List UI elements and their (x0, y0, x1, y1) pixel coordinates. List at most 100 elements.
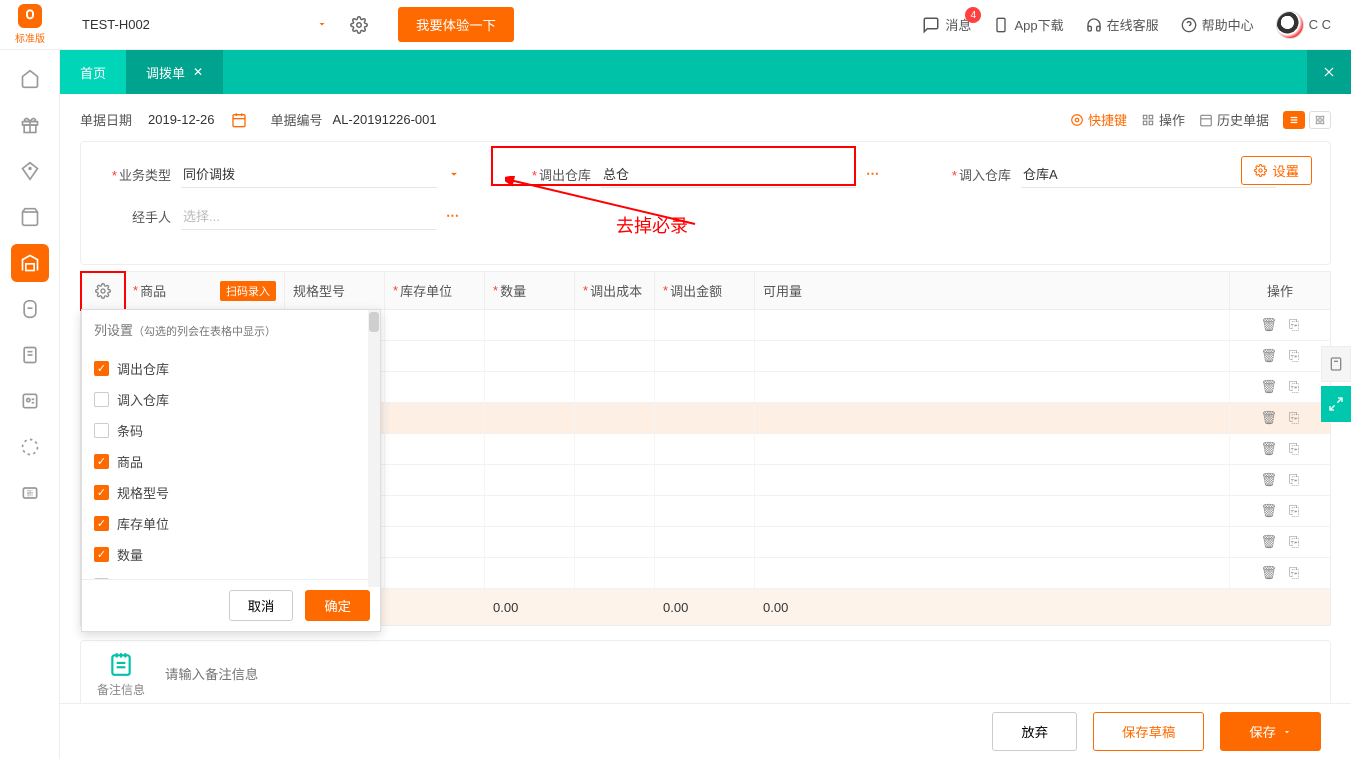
note-icon[interactable] (1321, 346, 1351, 382)
side-gift-icon[interactable] (11, 106, 49, 144)
delete-icon[interactable]: 🗑 (1261, 472, 1278, 488)
tab-close-all[interactable] (1307, 50, 1351, 94)
popover-list[interactable]: ✓调出仓库 调入仓库 条码 ✓商品 ✓规格型号 ✓库存单位 ✓数量 单位2 (82, 349, 380, 579)
in-wh-value: 仓库A (1021, 160, 1276, 188)
side-money-icon[interactable] (11, 290, 49, 328)
close-icon[interactable]: ✕ (193, 65, 203, 79)
side-tag-icon[interactable] (11, 152, 49, 190)
user-menu[interactable]: C C (1276, 11, 1331, 39)
field-out-warehouse[interactable]: *调出仓库 总仓 ⋯ (521, 160, 881, 188)
delete-icon[interactable]: 🗑 (1261, 348, 1278, 364)
copy-icon[interactable]: ⎘ (1289, 472, 1299, 488)
tab-current-label: 调拨单 (146, 63, 185, 82)
copy-icon[interactable]: ⎘ (1289, 534, 1299, 550)
chevron-down-icon (1282, 727, 1292, 737)
copy-icon[interactable]: ⎘ (1289, 503, 1299, 519)
popover-item[interactable]: 条码 (90, 415, 372, 446)
logo-label: 标准版 (15, 30, 45, 45)
popover-cancel-button[interactable]: 取消 (229, 590, 294, 621)
side-loading-icon[interactable] (11, 428, 49, 466)
popover-item[interactable]: ✓数量 (90, 539, 372, 570)
handler-placeholder: 选择... (181, 202, 436, 230)
top-right: 消息 4 App下载 在线客服 帮助中心 C C (922, 11, 1331, 39)
delete-icon[interactable]: 🗑 (1261, 441, 1278, 457)
doc-actions: 快捷键 操作 历史单据 (1070, 110, 1331, 129)
project-select[interactable]: TEST-H002 (80, 13, 330, 37)
view-grid-icon[interactable] (1309, 111, 1331, 129)
doc-header: 单据日期 2019-12-26 单据编号 AL-20191226-001 快捷键… (60, 104, 1351, 135)
delete-icon[interactable]: 🗑 (1261, 503, 1278, 519)
scan-badge[interactable]: 扫码录入 (220, 281, 276, 301)
messages-link[interactable]: 消息 4 (922, 15, 971, 34)
logo[interactable]: 标准版 (0, 4, 60, 45)
column-settings-button[interactable] (81, 272, 125, 309)
field-in-warehouse[interactable]: *调入仓库 仓库A ⋯ (941, 160, 1301, 188)
checkbox-icon[interactable] (94, 392, 109, 407)
checkbox-icon[interactable] (94, 423, 109, 438)
top-header: 标准版 TEST-H002 我要体验一下 消息 4 App下载 在线客服 帮助中… (0, 0, 1351, 50)
copy-icon[interactable]: ⎘ (1289, 317, 1299, 333)
service-link[interactable]: 在线客服 (1086, 15, 1159, 34)
delete-icon[interactable]: 🗑 (1261, 410, 1278, 426)
view-list-icon[interactable] (1283, 111, 1305, 129)
more-icon[interactable]: ⋯ (866, 166, 881, 182)
doc-date-value[interactable]: 2019-12-26 (142, 112, 221, 127)
save-button[interactable]: 保存 (1220, 712, 1321, 751)
app-download-link[interactable]: App下载 (993, 15, 1063, 34)
save-draft-button[interactable]: 保存草稿 (1093, 712, 1204, 751)
help-link[interactable]: 帮助中心 (1181, 15, 1254, 34)
popover-item[interactable]: ✓库存单位 (90, 508, 372, 539)
side-bag-icon[interactable] (11, 198, 49, 236)
checkbox-icon[interactable]: ✓ (94, 454, 109, 469)
table-header: *商品扫码录入 规格型号 *库存单位 *数量 *调出成本 *调出金额 可用量 操… (81, 272, 1330, 310)
side-contact-icon[interactable] (11, 382, 49, 420)
copy-icon[interactable]: ⎘ (1289, 379, 1299, 395)
phone-icon (993, 17, 1009, 33)
checkbox-icon[interactable]: ✓ (94, 485, 109, 500)
popover-item[interactable]: 单位2 (90, 570, 372, 579)
scrollbar[interactable] (368, 349, 380, 579)
remark-label: 备注信息 (97, 681, 145, 698)
more-icon[interactable]: ⋯ (1286, 166, 1301, 182)
checkbox-icon[interactable] (94, 578, 109, 579)
col-amount: *调出金额 (655, 272, 755, 309)
discard-button[interactable]: 放弃 (992, 712, 1077, 751)
gear-icon[interactable] (350, 16, 368, 34)
field-handler[interactable]: 经手人 选择... ⋯ (101, 202, 461, 230)
app-download-label: App下载 (1014, 15, 1063, 34)
popover-item[interactable]: ✓商品 (90, 446, 372, 477)
copy-icon[interactable]: ⎘ (1289, 565, 1299, 581)
checkbox-icon[interactable]: ✓ (94, 547, 109, 562)
delete-icon[interactable]: 🗑 (1261, 317, 1278, 333)
copy-icon[interactable]: ⎘ (1289, 441, 1299, 457)
delete-icon[interactable]: 🗑 (1261, 565, 1278, 581)
copy-icon[interactable]: ⎘ (1289, 348, 1299, 364)
side-warehouse-icon[interactable] (11, 244, 49, 282)
popover-ok-button[interactable]: 确定 (305, 590, 370, 621)
shortcut-link[interactable]: 快捷键 (1070, 110, 1127, 129)
popover-item[interactable]: ✓规格型号 (90, 477, 372, 508)
operate-link[interactable]: 操作 (1141, 110, 1185, 129)
side-new-icon[interactable]: 新 (11, 474, 49, 512)
history-link[interactable]: 历史单据 (1199, 110, 1269, 129)
expand-icon[interactable] (1321, 386, 1351, 422)
popover-item[interactable]: 调入仓库 (90, 384, 372, 415)
field-biz-type[interactable]: *业务类型 同价调拨 (101, 160, 461, 188)
chevron-down-icon (316, 18, 328, 30)
delete-icon[interactable]: 🗑 (1261, 534, 1278, 550)
trial-button[interactable]: 我要体验一下 (398, 7, 514, 42)
calendar-icon[interactable] (231, 112, 247, 128)
popover-item[interactable]: ✓调出仓库 (90, 353, 372, 384)
checkbox-icon[interactable]: ✓ (94, 361, 109, 376)
side-clipboard-icon[interactable] (11, 336, 49, 374)
tab-current[interactable]: 调拨单 ✕ (126, 50, 223, 94)
more-icon[interactable]: ⋯ (446, 208, 461, 224)
tab-home[interactable]: 首页 (60, 50, 126, 94)
checkbox-icon[interactable]: ✓ (94, 516, 109, 531)
tab-bar: 首页 调拨单 ✕ (60, 50, 1351, 94)
popover-title: 列设置（勾选的列会在表格中显示） (82, 310, 380, 349)
remark-input[interactable] (165, 667, 1314, 682)
copy-icon[interactable]: ⎘ (1289, 410, 1299, 426)
side-home-icon[interactable] (11, 60, 49, 98)
delete-icon[interactable]: 🗑 (1261, 379, 1278, 395)
